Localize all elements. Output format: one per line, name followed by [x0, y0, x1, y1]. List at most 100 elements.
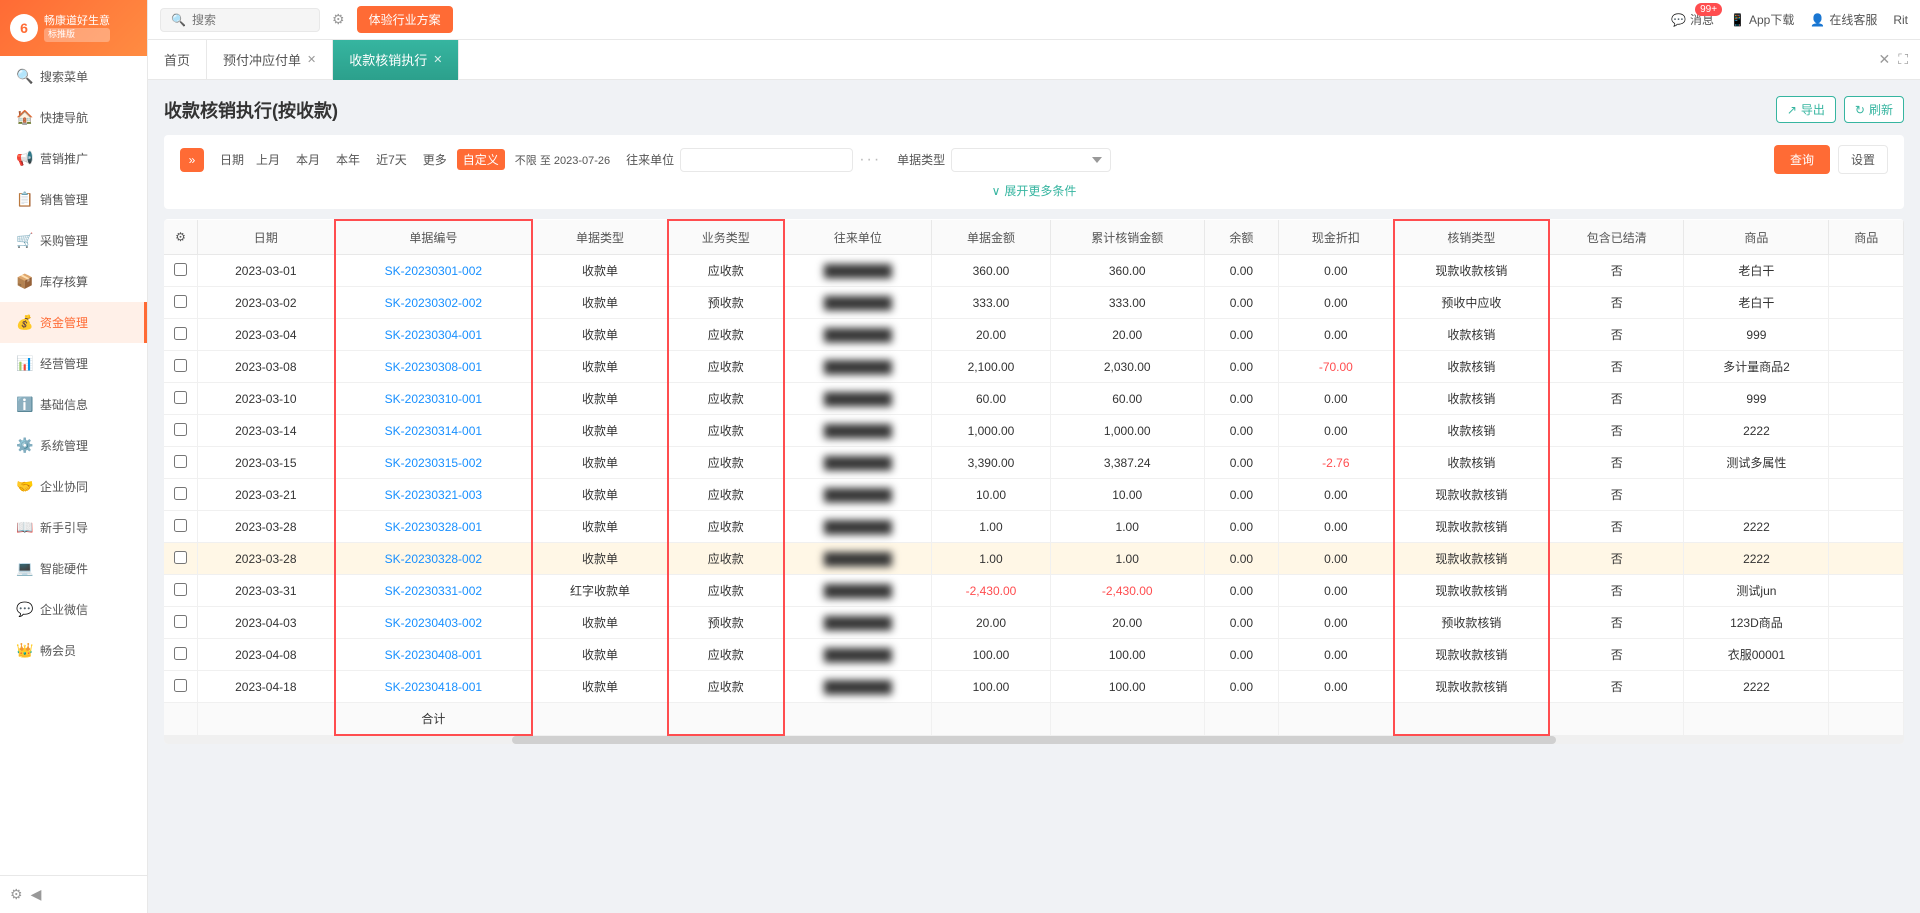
docno-link[interactable]: SK-20230321-003: [385, 488, 482, 502]
expand-filter[interactable]: ∨ 展开更多条件: [180, 182, 1888, 199]
docno-link[interactable]: SK-20230331-002: [385, 584, 482, 598]
cell-checkbox[interactable]: [164, 255, 198, 287]
query-button[interactable]: 查询: [1774, 145, 1830, 174]
sidebar-item-enterprise[interactable]: 🤝企业协同: [0, 466, 147, 507]
date-this-year[interactable]: 本年: [330, 149, 366, 170]
sidebar-item-basic[interactable]: ℹ️基础信息: [0, 384, 147, 425]
cell-balance: 0.00: [1204, 351, 1278, 383]
filter-toggle-button[interactable]: »: [180, 148, 204, 172]
sidebar-item-operations[interactable]: 📊经营管理: [0, 343, 147, 384]
cell-writeoff-type: 预收款核销: [1394, 607, 1550, 639]
cell-biztype: 应收款: [668, 639, 784, 671]
export-button[interactable]: ↗ 导出: [1776, 96, 1836, 123]
th-settings[interactable]: ⚙: [164, 220, 198, 255]
topbar-search[interactable]: 🔍: [160, 8, 320, 32]
sidebar-item-quicknav[interactable]: 🏠快捷导航: [0, 97, 147, 138]
sidebar-item-hardware[interactable]: 💻智能硬件: [0, 548, 147, 589]
gear-icon[interactable]: ⚙: [332, 11, 345, 28]
tab-collection[interactable]: 收款核销执行✕: [333, 40, 459, 80]
sidebar-item-inventory[interactable]: 📦库存核算: [0, 261, 147, 302]
sidebar-item-marketing[interactable]: 📢营销推广: [0, 138, 147, 179]
close-tab-icon[interactable]: ✕: [1878, 51, 1890, 68]
docno-link[interactable]: SK-20230310-001: [385, 392, 482, 406]
cell-checkbox[interactable]: [164, 383, 198, 415]
cell-partner: ████████: [784, 287, 932, 319]
sidebar-item-finance[interactable]: 💰资金管理: [0, 302, 147, 343]
cell-product2: [1829, 639, 1904, 671]
sidebar-item-system[interactable]: ⚙️系统管理: [0, 425, 147, 466]
cell-product2: [1829, 255, 1904, 287]
page-content: 收款核销执行(按收款) ↗ 导出 ↻ 刷新 » 日期 上月: [148, 80, 1920, 913]
date-7days[interactable]: 近7天: [370, 149, 413, 170]
cell-discount: 0.00: [1279, 671, 1394, 703]
docno-link[interactable]: SK-20230315-002: [385, 456, 482, 470]
tab-payable[interactable]: 预付冲应付单✕: [207, 40, 333, 80]
tab-close-collection[interactable]: ✕: [433, 53, 442, 66]
footer-settings: [164, 703, 198, 736]
cell-product2: [1829, 351, 1904, 383]
sidebar-item-member[interactable]: 👑畅会员: [0, 630, 147, 671]
wechat-icon: 💬: [16, 601, 32, 618]
cell-doctype: 收款单: [532, 255, 668, 287]
docno-link[interactable]: SK-20230302-002: [385, 296, 482, 310]
cell-checkbox[interactable]: [164, 351, 198, 383]
cell-writeoff: 100.00: [1050, 639, 1204, 671]
docno-link[interactable]: SK-20230304-001: [385, 328, 482, 342]
date-this-month[interactable]: 本月: [290, 149, 326, 170]
tab-home[interactable]: 首页: [148, 40, 207, 80]
date-last-month[interactable]: 上月: [250, 149, 286, 170]
docno-link[interactable]: SK-20230314-001: [385, 424, 482, 438]
cell-checkbox[interactable]: [164, 319, 198, 351]
date-more[interactable]: 更多: [417, 149, 453, 170]
docno-link[interactable]: SK-20230408-001: [385, 648, 482, 662]
cell-balance: 0.00: [1204, 415, 1278, 447]
sidebar-item-sales[interactable]: 📋销售管理: [0, 179, 147, 220]
docno-link[interactable]: SK-20230301-002: [385, 264, 482, 278]
th-balance: 余额: [1204, 220, 1278, 255]
cell-checkbox[interactable]: [164, 543, 198, 575]
cell-product2: [1829, 319, 1904, 351]
settings-bottom-icon[interactable]: ⚙: [10, 886, 23, 903]
app-download-button[interactable]: 📱 App下载: [1730, 11, 1794, 28]
purchase-label: 采购管理: [40, 232, 88, 249]
cell-checkbox[interactable]: [164, 639, 198, 671]
refresh-button[interactable]: ↻ 刷新: [1844, 96, 1904, 123]
scrollbar[interactable]: [164, 736, 1904, 744]
cell-checkbox[interactable]: [164, 671, 198, 703]
cell-writeoff: 1,000.00: [1050, 415, 1204, 447]
cell-discount: 0.00: [1279, 575, 1394, 607]
sidebar-item-wechat[interactable]: 💬企业微信: [0, 589, 147, 630]
docno-link[interactable]: SK-20230403-002: [385, 616, 482, 630]
maximize-icon[interactable]: ⛶: [1898, 51, 1908, 68]
partner-input[interactable]: [680, 148, 853, 172]
th-product2: 商品: [1829, 220, 1904, 255]
docno-link[interactable]: SK-20230328-001: [385, 520, 482, 534]
message-button[interactable]: 💬 消息 99+: [1671, 11, 1714, 28]
cell-doctype: 收款单: [532, 511, 668, 543]
sidebar: 6 畅康道好生意 标推版 🔍搜索菜单🏠快捷导航📢营销推广📋销售管理🛒采购管理📦库…: [0, 0, 148, 913]
service-button[interactable]: 👤 在线客服: [1810, 11, 1877, 28]
cell-checkbox[interactable]: [164, 575, 198, 607]
cell-product2: [1829, 287, 1904, 319]
cell-checkbox[interactable]: [164, 287, 198, 319]
cell-checkbox[interactable]: [164, 607, 198, 639]
settings-button[interactable]: 设置: [1838, 145, 1888, 174]
docno-link[interactable]: SK-20230308-001: [385, 360, 482, 374]
column-settings-icon[interactable]: ⚙: [175, 230, 186, 244]
date-custom[interactable]: 自定义: [457, 149, 505, 170]
tab-close-payable[interactable]: ✕: [307, 53, 316, 66]
docno-link[interactable]: SK-20230418-001: [385, 680, 482, 694]
doctype-select[interactable]: [951, 148, 1111, 172]
cell-checkbox[interactable]: [164, 511, 198, 543]
collapse-icon[interactable]: ◀: [31, 886, 42, 903]
cell-checkbox[interactable]: [164, 447, 198, 479]
cell-checkbox[interactable]: [164, 415, 198, 447]
solution-button[interactable]: 体验行业方案: [357, 6, 453, 33]
search-input[interactable]: [192, 13, 309, 27]
docno-link[interactable]: SK-20230328-002: [385, 552, 482, 566]
sidebar-item-guide[interactable]: 📖新手引导: [0, 507, 147, 548]
sidebar-item-purchase[interactable]: 🛒采购管理: [0, 220, 147, 261]
sidebar-menu: 🔍搜索菜单🏠快捷导航📢营销推广📋销售管理🛒采购管理📦库存核算💰资金管理📊经营管理…: [0, 56, 147, 875]
cell-checkbox[interactable]: [164, 479, 198, 511]
sidebar-item-search[interactable]: 🔍搜索菜单: [0, 56, 147, 97]
